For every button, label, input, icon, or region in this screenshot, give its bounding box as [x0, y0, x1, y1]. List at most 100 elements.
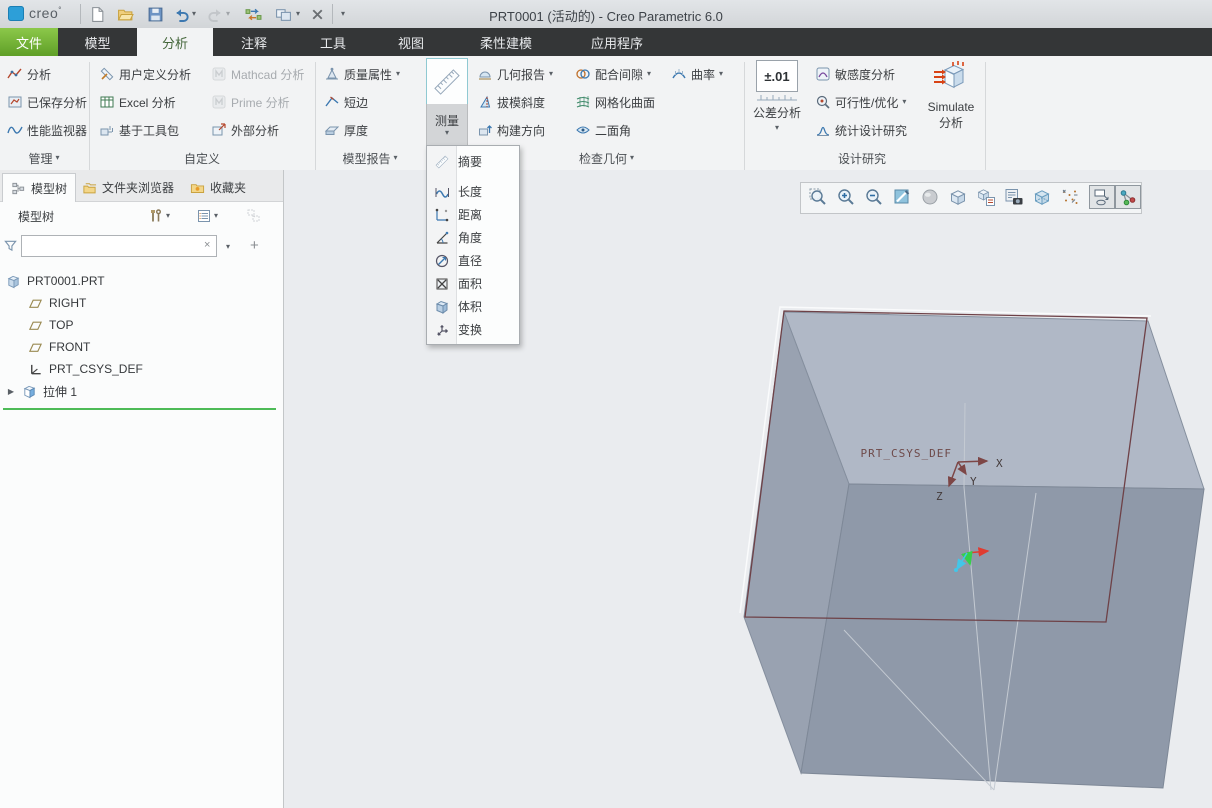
- window-switch-button[interactable]: [272, 3, 294, 25]
- saved-analysis-button[interactable]: 已保存分析: [4, 90, 90, 114]
- statistical-design-study-button[interactable]: 统计设计研究: [812, 118, 910, 142]
- expander-icon[interactable]: ▶: [6, 387, 16, 396]
- redo-button[interactable]: [204, 3, 226, 25]
- zoom-out-button[interactable]: [861, 185, 887, 209]
- tab-file[interactable]: 文件: [0, 28, 58, 56]
- performance-monitor-button[interactable]: 性能监视器: [4, 118, 90, 142]
- tab-view[interactable]: 视图: [374, 28, 448, 56]
- menu-item-transform[interactable]: 变换: [427, 318, 519, 341]
- tab-flexible-modeling[interactable]: 柔性建模: [451, 28, 561, 56]
- transparency-button[interactable]: [1029, 185, 1055, 209]
- creo-logo-icon: [8, 6, 24, 21]
- zoom-in-button[interactable]: [833, 185, 859, 209]
- open-file-button[interactable]: [114, 3, 136, 25]
- filter-funnel-icon: [3, 238, 18, 253]
- undo-dropdown-caret[interactable]: ▾: [192, 10, 196, 18]
- toolkit-based-button[interactable]: 基于工具包: [96, 118, 182, 142]
- saved-orientations-button[interactable]: [945, 185, 971, 209]
- build-direction-button[interactable]: 构建方向: [474, 118, 548, 142]
- dihedral-angle-button[interactable]: 二面角: [572, 118, 634, 142]
- csys-label[interactable]: PRT_CSYS_DEF: [861, 447, 952, 460]
- menu-item-angle[interactable]: 角度: [427, 226, 519, 249]
- thickness-button[interactable]: 厚度: [321, 118, 371, 142]
- tab-analysis[interactable]: 分析: [137, 28, 213, 56]
- tree-item-csys[interactable]: PRT_CSYS_DEF: [28, 358, 143, 380]
- tab-folder-browser[interactable]: 文件夹浏览器: [74, 173, 182, 201]
- annotation-display-button[interactable]: [1089, 185, 1115, 209]
- repaint-button[interactable]: [889, 185, 915, 209]
- caret-down-icon: ▾: [393, 153, 398, 162]
- tab-applications[interactable]: 应用程序: [564, 28, 670, 56]
- tree-item-front-plane[interactable]: FRONT: [28, 336, 90, 358]
- sensitivity-analysis-button[interactable]: 敏感度分析: [812, 62, 898, 86]
- draft-angle-button[interactable]: 拔模斜度: [474, 90, 548, 114]
- measure-button[interactable]: [426, 58, 468, 106]
- cube-front-face[interactable]: [800, 483, 1205, 789]
- tree-item-extrude[interactable]: ▶ 拉伸 1: [6, 380, 77, 402]
- tab-model-tree[interactable]: 模型树: [2, 173, 77, 202]
- display-style-button[interactable]: [917, 185, 943, 209]
- menu-item-volume[interactable]: 体积: [427, 295, 519, 318]
- angle-icon: [434, 230, 450, 246]
- length-icon: [434, 184, 450, 200]
- menu-item-distance[interactable]: 距离: [427, 203, 519, 226]
- user-defined-analysis-button[interactable]: 用户定义分析: [96, 62, 194, 86]
- tree-search-input[interactable]: [21, 235, 217, 257]
- measure-dropdown-button[interactable]: 测量 ▾: [426, 104, 468, 146]
- transparent-cube-icon: [1032, 187, 1052, 207]
- save-button[interactable]: [144, 3, 166, 25]
- datum-display-button[interactable]: [1057, 185, 1083, 209]
- external-analysis-button[interactable]: 外部分析: [208, 118, 282, 142]
- menu-item-length[interactable]: 长度: [427, 180, 519, 203]
- capture-button[interactable]: [1001, 185, 1027, 209]
- tree-settings-button[interactable]: ▾: [148, 205, 170, 227]
- tolerance-analysis-button[interactable]: ±.01 公差分析 ▾: [748, 60, 806, 132]
- tab-favorites[interactable]: 收藏夹: [182, 173, 254, 201]
- mass-properties-button[interactable]: 质量属性 ▾: [321, 62, 403, 86]
- short-edge-button[interactable]: 短边: [321, 90, 371, 114]
- area-icon: [434, 276, 450, 292]
- geometry-report-button[interactable]: 几何报告 ▾: [474, 62, 556, 86]
- analysis-button[interactable]: 分析: [4, 62, 54, 86]
- redo-dropdown-caret[interactable]: ▾: [226, 10, 230, 18]
- undo-button[interactable]: [170, 3, 192, 25]
- new-file-button[interactable]: [86, 3, 108, 25]
- creo-logo-text: creo°: [29, 5, 62, 21]
- graphics-area[interactable]: PRT_CSYS_DEF X Y Z: [284, 170, 1212, 808]
- tab-model[interactable]: 模型: [61, 28, 134, 56]
- datum-display-icon: [1060, 187, 1080, 207]
- customize-qat-caret[interactable]: ▾: [341, 10, 345, 18]
- excel-analysis-button[interactable]: Excel 分析: [96, 90, 179, 114]
- spin-center-button[interactable]: [1115, 185, 1141, 209]
- add-filter-icon[interactable]: +: [250, 237, 259, 254]
- tree-filters-button[interactable]: ▾: [196, 205, 218, 227]
- insertion-indicator[interactable]: [3, 408, 276, 410]
- mesh-surface-button[interactable]: 网格化曲面: [572, 90, 658, 114]
- tab-annotate[interactable]: 注释: [216, 28, 292, 56]
- menu-item-area[interactable]: 面积: [427, 272, 519, 295]
- refit-button[interactable]: [805, 185, 831, 209]
- curvature-button[interactable]: 曲率 ▾: [668, 62, 726, 86]
- tree-item-top-plane[interactable]: TOP: [28, 314, 73, 336]
- feasibility-optimization-button[interactable]: 可行性/优化 ▾: [812, 90, 909, 114]
- menu-item-summary[interactable]: 摘要: [427, 149, 519, 174]
- regenerate-button[interactable]: [242, 3, 264, 25]
- group-label-manage[interactable]: 管理 ▾: [0, 148, 88, 168]
- group-label-model-report[interactable]: 模型报告 ▾: [315, 148, 425, 168]
- search-options-caret[interactable]: ▾: [226, 243, 230, 251]
- cube-top-face[interactable]: [783, 311, 1205, 490]
- clear-search-icon[interactable]: ×: [204, 239, 210, 251]
- tree-item-part[interactable]: PRT0001.PRT: [6, 270, 105, 292]
- caret-down-icon: ▾: [55, 153, 60, 162]
- simulate-analysis-button[interactable]: Simulate 分析: [920, 60, 982, 131]
- view-manager-button[interactable]: [973, 185, 999, 209]
- 3d-scene[interactable]: PRT_CSYS_DEF X Y Z: [284, 170, 1212, 808]
- tree-item-right-plane[interactable]: RIGHT: [28, 292, 86, 314]
- menu-item-diameter[interactable]: 直径: [427, 249, 519, 272]
- close-window-button[interactable]: [306, 3, 328, 25]
- clearance-button[interactable]: 配合间隙 ▾: [572, 62, 654, 86]
- window-dropdown-caret[interactable]: ▾: [296, 10, 300, 18]
- cube-model[interactable]: [739, 306, 1205, 791]
- tab-tools[interactable]: 工具: [295, 28, 371, 56]
- zoom-in-icon: [836, 187, 856, 207]
